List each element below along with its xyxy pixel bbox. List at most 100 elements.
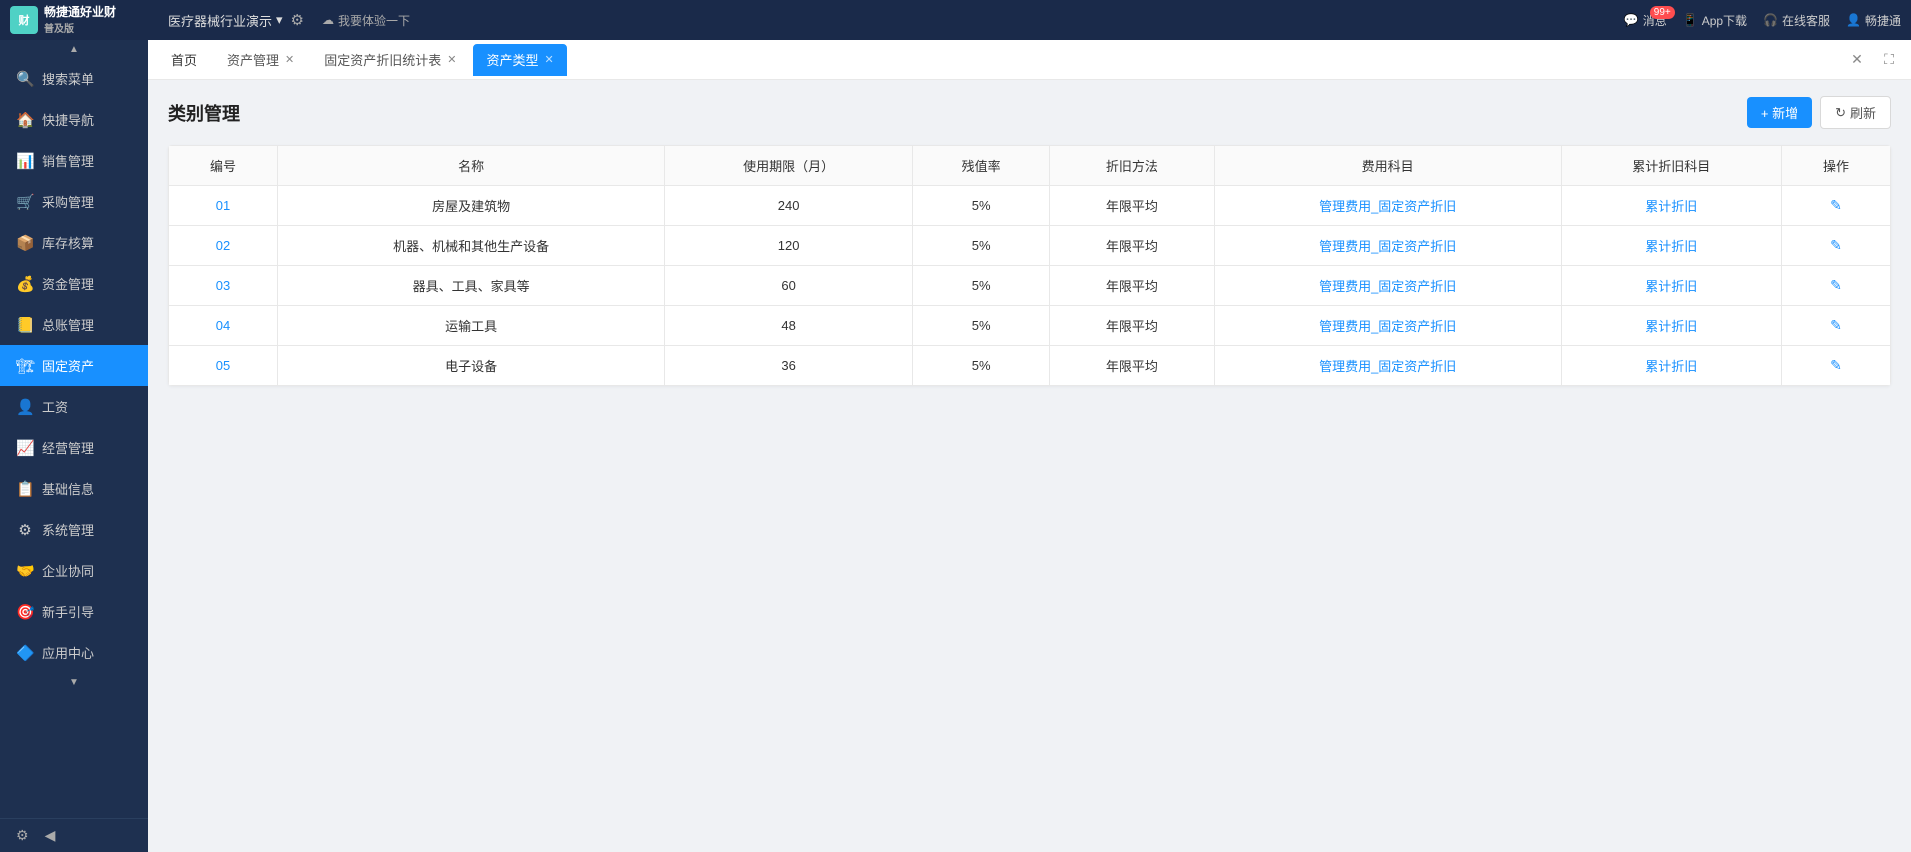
sidebar-item-label: 企业协同 — [42, 561, 94, 580]
sidebar-item-ledger[interactable]: 📒 总账管理 — [0, 304, 148, 345]
sidebar-item-quick-nav[interactable]: 🏠 快捷导航 — [0, 99, 148, 140]
refresh-icon: ↻ — [1835, 105, 1846, 121]
sidebar-item-label: 销售管理 — [42, 151, 94, 170]
refresh-button[interactable]: ↻ 刷新 — [1820, 96, 1891, 129]
col-header-code: 编号 — [169, 146, 278, 186]
cell-method-0: 年限平均 — [1050, 186, 1215, 226]
user-label: 畅捷通 — [1865, 12, 1901, 29]
cell-period-3: 48 — [665, 306, 913, 346]
table-row: 03器具、工具、家具等605%年限平均管理费用_固定资产折旧累计折旧✎ — [169, 266, 1891, 306]
main-layout: ▲ 🔍 搜索菜单 🏠 快捷导航 📊 销售管理 🛒 采购管理 📦 库存核算 💰 资… — [0, 40, 1911, 852]
tab-asset-type-close[interactable]: ✕ — [545, 53, 554, 66]
tab-asset-mgmt-close[interactable]: ✕ — [285, 53, 294, 66]
topbar: 财 畅捷通好业财 普及版 医疗器械行业演示 ▾ ⚙ ☁ 我要体验一下 💬 消息 … — [0, 0, 1911, 40]
sidebar-item-label: 固定资产 — [42, 356, 94, 375]
close-window-btn[interactable]: ✕ — [1845, 48, 1869, 72]
cell-action-4: ✎ — [1781, 346, 1890, 386]
sidebar-item-system[interactable]: ⚙ 系统管理 — [0, 509, 148, 550]
cell-period-1: 120 — [665, 226, 913, 266]
sidebar-item-label: 总账管理 — [42, 315, 94, 334]
sidebar-item-label: 快捷导航 — [42, 110, 94, 129]
sidebar-item-fixed-assets[interactable]: 🏗 固定资产 — [0, 345, 148, 386]
category-table: 编号 名称 使用期限（月） 残值率 折旧方法 费用科目 累计折旧科目 操作 01… — [168, 145, 1891, 386]
user-icon: 👤 — [1846, 13, 1861, 27]
sidebar-item-sales[interactable]: 📊 销售管理 — [0, 140, 148, 181]
sidebar-item-label: 资金管理 — [42, 274, 94, 293]
try-button[interactable]: ☁ 我要体验一下 — [322, 12, 410, 29]
app-logo: 财 畅捷通好业财 普及版 — [10, 5, 158, 36]
table-row: 01房屋及建筑物2405%年限平均管理费用_固定资产折旧累计折旧✎ — [169, 186, 1891, 226]
edit-icon-3[interactable]: ✎ — [1830, 317, 1842, 333]
sidebar-item-purchase[interactable]: 🛒 采购管理 — [0, 181, 148, 222]
cell-accumulated-3: 累计折旧 — [1561, 306, 1781, 346]
edit-icon-4[interactable]: ✎ — [1830, 357, 1842, 373]
cell-code-0: 01 — [169, 186, 278, 226]
edit-icon-1[interactable]: ✎ — [1830, 237, 1842, 253]
cell-action-0: ✎ — [1781, 186, 1890, 226]
table-row: 04运输工具485%年限平均管理费用_固定资产折旧累计折旧✎ — [169, 306, 1891, 346]
page-actions: + 新增 ↻ 刷新 — [1747, 96, 1891, 129]
tab-asset-type-label: 资产类型 — [486, 50, 538, 69]
sidebar-item-inventory[interactable]: 📦 库存核算 — [0, 222, 148, 263]
sidebar-item-basic-info[interactable]: 📋 基础信息 — [0, 468, 148, 509]
industry-label: 医疗器械行业演示 — [168, 11, 272, 30]
tab-bar: 首页 资产管理 ✕ 固定资产折旧统计表 ✕ 资产类型 ✕ ✕ ⛶ — [148, 40, 1911, 80]
message-icon: 💬 — [1624, 13, 1639, 27]
sidebar-item-guide[interactable]: 🎯 新手引导 — [0, 591, 148, 632]
dropdown-arrow-icon: ▾ — [276, 12, 283, 28]
user-item[interactable]: 👤 畅捷通 — [1846, 12, 1901, 29]
col-header-residual: 残值率 — [913, 146, 1050, 186]
sidebar-item-apps[interactable]: 🔷 应用中心 — [0, 632, 148, 673]
logo-text: 畅捷通好业财 — [44, 5, 116, 21]
settings-bottom-icon[interactable]: ⚙ — [16, 827, 29, 844]
message-item[interactable]: 💬 消息 99+ — [1624, 12, 1667, 29]
sidebar-item-finance[interactable]: 💰 资金管理 — [0, 263, 148, 304]
app-download-item[interactable]: 📱 App下载 — [1683, 12, 1747, 29]
apps-icon: 🔷 — [16, 644, 34, 662]
settings-icon[interactable]: ⚙ — [291, 11, 304, 29]
tab-asset-type[interactable]: 资产类型 ✕ — [473, 44, 566, 76]
sidebar-item-label: 库存核算 — [42, 233, 94, 252]
sidebar-item-payroll[interactable]: 👤 工资 — [0, 386, 148, 427]
cell-code-3: 04 — [169, 306, 278, 346]
cell-expense-3: 管理费用_固定资产折旧 — [1214, 306, 1561, 346]
edit-icon-0[interactable]: ✎ — [1830, 197, 1842, 213]
cell-residual-3: 5% — [913, 306, 1050, 346]
cell-code-1: 02 — [169, 226, 278, 266]
expand-window-btn[interactable]: ⛶ — [1877, 48, 1901, 72]
cell-expense-1: 管理费用_固定资产折旧 — [1214, 226, 1561, 266]
sidebar-item-enterprise[interactable]: 🤝 企业协同 — [0, 550, 148, 591]
operations-icon: 📈 — [16, 439, 34, 457]
purchase-icon: 🛒 — [16, 193, 34, 211]
edit-icon-2[interactable]: ✎ — [1830, 277, 1842, 293]
inventory-icon: 📦 — [16, 234, 34, 252]
tab-home[interactable]: 首页 — [158, 44, 210, 76]
cell-residual-4: 5% — [913, 346, 1050, 386]
sidebar-item-label: 应用中心 — [42, 643, 94, 662]
cell-expense-0: 管理费用_固定资产折旧 — [1214, 186, 1561, 226]
tab-depreciation-close[interactable]: ✕ — [447, 53, 456, 66]
sidebar-scroll-down[interactable]: ▼ — [0, 673, 148, 691]
sidebar-item-operations[interactable]: 📈 经营管理 — [0, 427, 148, 468]
sidebar-item-search[interactable]: 🔍 搜索菜单 — [0, 58, 148, 99]
topbar-center: 医疗器械行业演示 ▾ ⚙ ☁ 我要体验一下 — [158, 11, 1624, 30]
topbar-right: 💬 消息 99+ 📱 App下载 🎧 在线客服 👤 畅捷通 — [1624, 12, 1901, 29]
system-icon: ⚙ — [16, 521, 34, 539]
industry-dropdown[interactable]: 医疗器械行业演示 ▾ — [168, 11, 283, 30]
sidebar-scroll-up[interactable]: ▲ — [0, 40, 148, 58]
sidebar-bottom: ⚙ ◀ — [0, 818, 148, 852]
new-button[interactable]: + 新增 — [1747, 97, 1812, 128]
cell-name-3: 运输工具 — [278, 306, 665, 346]
collapse-icon[interactable]: ◀ — [45, 827, 56, 844]
content-area: 首页 资产管理 ✕ 固定资产折旧统计表 ✕ 资产类型 ✕ ✕ ⛶ 类 — [148, 40, 1911, 852]
table-row: 02机器、机械和其他生产设备1205%年限平均管理费用_固定资产折旧累计折旧✎ — [169, 226, 1891, 266]
ledger-icon: 📒 — [16, 316, 34, 334]
sidebar-item-label: 工资 — [42, 397, 68, 416]
tab-depreciation-table[interactable]: 固定资产折旧统计表 ✕ — [311, 44, 469, 76]
sidebar-item-label: 采购管理 — [42, 192, 94, 211]
cell-name-1: 机器、机械和其他生产设备 — [278, 226, 665, 266]
tab-asset-mgmt[interactable]: 资产管理 ✕ — [214, 44, 307, 76]
cell-expense-2: 管理费用_固定资产折旧 — [1214, 266, 1561, 306]
tab-bar-right: ✕ ⛶ — [1845, 48, 1901, 72]
online-service-item[interactable]: 🎧 在线客服 — [1763, 12, 1830, 29]
